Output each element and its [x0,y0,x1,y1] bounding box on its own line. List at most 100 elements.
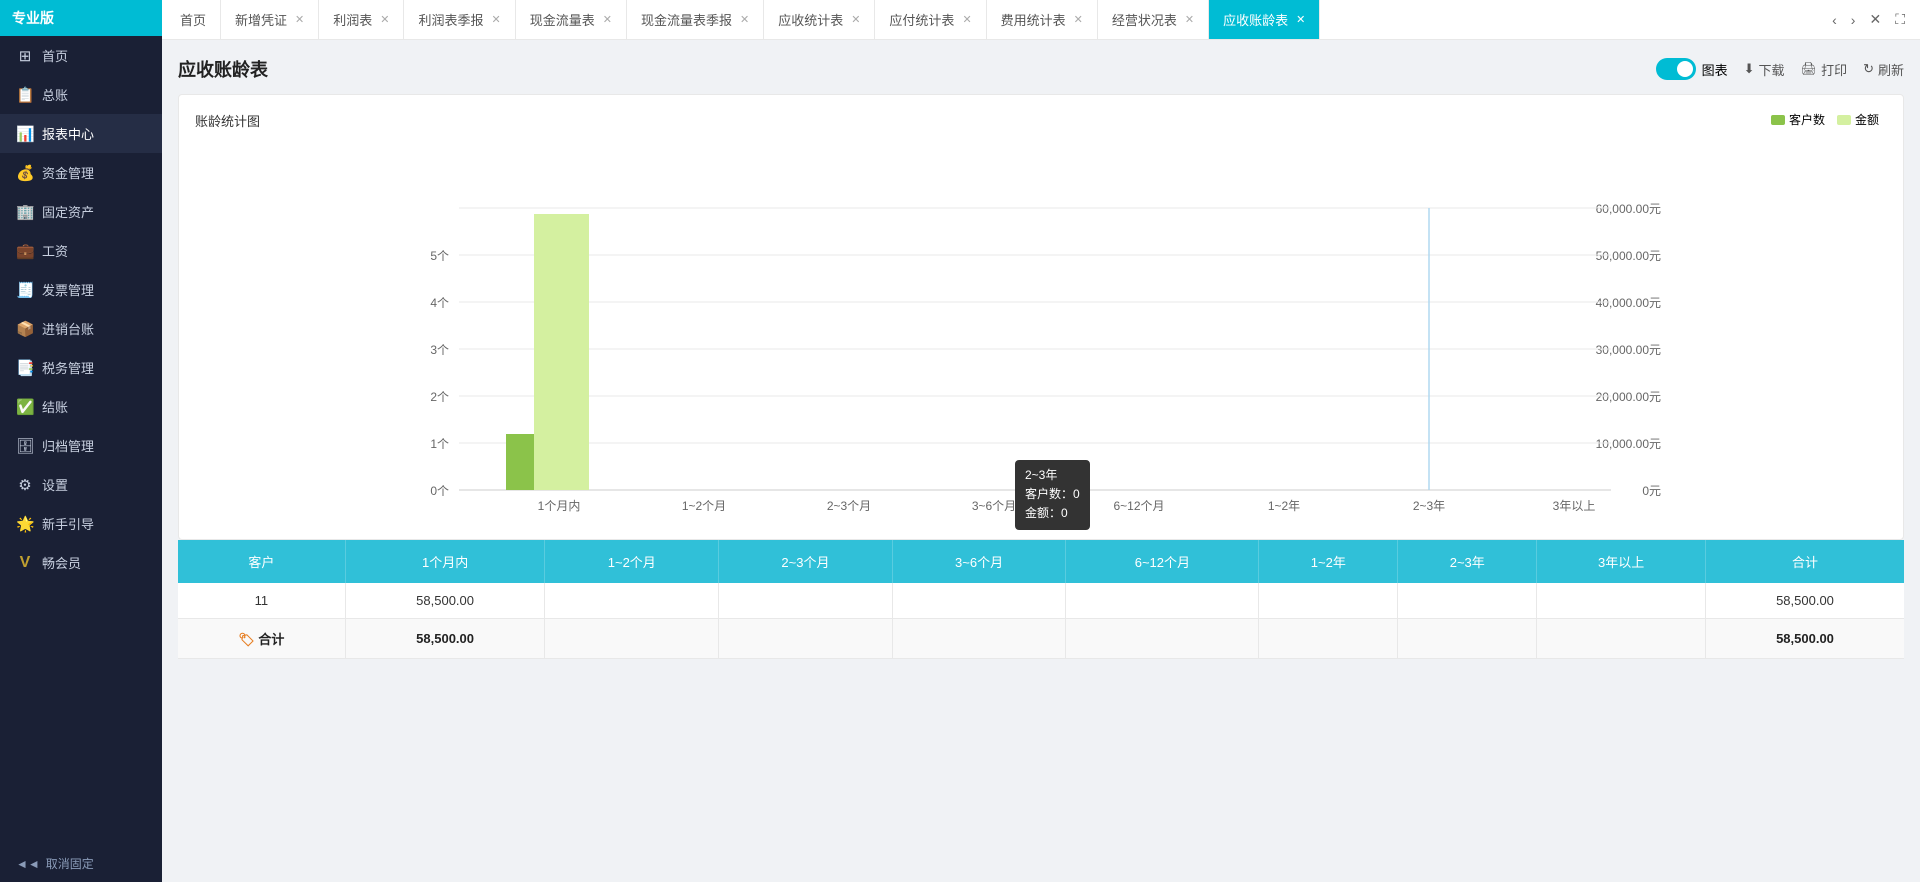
tab-expense-stat-close[interactable]: ✕ [1074,13,1083,26]
tab-cashflow-quarter-label: 现金流量表季报 [641,10,732,29]
sidebar-item-tax[interactable]: 📑 税务管理 [0,348,162,387]
tab-business-stat-close[interactable]: ✕ [1185,13,1194,26]
salary-icon: 💼 [16,242,34,260]
tab-voucher[interactable]: 新增凭证 ✕ [221,0,319,40]
settle-icon: ✅ [16,398,34,416]
print-icon: 🖨 [1801,61,1818,77]
invoice-icon: 🧾 [16,281,34,299]
svg-text:3年以上: 3年以上 [1553,499,1596,513]
sidebar-item-archive[interactable]: 🗄 归档管理 [0,426,162,465]
sidebar-item-label: 结账 [42,397,68,416]
svg-text:2个: 2个 [430,390,449,404]
stock-icon: 📦 [16,320,34,338]
app-logo: 专业版 [0,0,162,36]
chart-container: 账龄统计图 客户数 金额 0个 1个 2个 3个 4个 [178,94,1904,540]
tab-payable-stat-close[interactable]: ✕ [962,13,971,26]
tab-profit-quarter-close[interactable]: ✕ [492,13,501,26]
chart-svg-wrap: 0个 1个 2个 3个 4个 5个 0元 10,000.00元 20,000.0… [195,140,1887,523]
sidebar-item-vip[interactable]: V 畅会员 [0,543,162,582]
chart-svg: 0个 1个 2个 3个 4个 5个 0元 10,000.00元 20,000.0… [195,140,1887,520]
sidebar-item-home[interactable]: ⊞ 首页 [0,36,162,75]
total-y1-2 [1259,619,1398,659]
tab-voucher-close[interactable]: ✕ [295,13,304,26]
tab-aging-table[interactable]: 应收账龄表 ✕ [1209,0,1320,40]
tab-home[interactable]: 首页 [166,0,221,40]
tab-cashflow-label: 现金流量表 [530,10,595,29]
tab-expense-stat[interactable]: 费用统计表 ✕ [987,0,1098,40]
sidebar-item-settle[interactable]: ✅ 结账 [0,387,162,426]
total-m3-6 [892,619,1066,659]
sidebar-item-reports[interactable]: 📊 报表中心 [0,114,162,153]
chart-toggle[interactable] [1656,58,1696,80]
sidebar-item-label: 进销台账 [42,319,94,338]
sidebar-item-label: 资金管理 [42,163,94,182]
col-m6-12: 6~12个月 [1066,540,1259,583]
cell-m1: 58,500.00 [345,583,545,619]
cell-m2-3 [719,583,893,619]
sidebar-item-settings[interactable]: ⚙ 设置 [0,465,162,504]
sidebar-item-stock[interactable]: 📦 进销台账 [0,309,162,348]
sidebar-collapse-btn[interactable]: ◄◄ 取消固定 [0,845,162,882]
tab-aging-table-label: 应收账龄表 [1223,10,1288,29]
tab-cashflow[interactable]: 现金流量表 ✕ [516,0,627,40]
tab-payable-stat-label: 应付统计表 [889,10,954,29]
table-total-row: 🏷 合计 58,500.00 58,500.00 [178,619,1904,659]
svg-text:2~3个月: 2~3个月 [827,499,871,513]
ledger-icon: 📋 [16,86,34,104]
chart-title: 账龄统计图 [195,111,1887,130]
cell-y3plus [1537,583,1706,619]
sidebar-item-invoice[interactable]: 🧾 发票管理 [0,270,162,309]
refresh-btn[interactable]: ↻ 刷新 [1863,60,1904,79]
tab-cashflow-quarter[interactable]: 现金流量表季报 ✕ [627,0,764,40]
sidebar-item-label: 工资 [42,241,68,260]
tab-scroll-right[interactable]: › [1846,10,1861,30]
tabs-bar: 首页 新增凭证 ✕ 利润表 ✕ 利润表季报 ✕ 现金流量表 ✕ 现金流量表季报 … [162,0,1920,40]
sidebar-item-label: 首页 [42,46,68,65]
print-btn[interactable]: 🖨 打印 [1801,60,1848,79]
tab-cashflow-close[interactable]: ✕ [603,13,612,26]
svg-text:1~2年: 1~2年 [1268,499,1300,513]
total-icon: 🏷 [238,632,255,647]
chart-toggle-wrap: 图表 [1656,58,1728,80]
sidebar-item-funds[interactable]: 💰 资金管理 [0,153,162,192]
total-m1: 58,500.00 [345,619,545,659]
tab-aging-table-close[interactable]: ✕ [1296,13,1305,26]
tab-scroll-left[interactable]: ‹ [1827,10,1842,30]
download-icon: ⬇ [1744,61,1755,77]
download-btn[interactable]: ⬇ 下载 [1744,60,1785,79]
chart-legend: 客户数 金额 [1771,111,1879,128]
table-row: 11 58,500.00 58,500.00 [178,583,1904,619]
tab-profit-close[interactable]: ✕ [380,13,389,26]
sidebar-item-salary[interactable]: 💼 工资 [0,231,162,270]
col-m1-2: 1~2个月 [545,540,719,583]
col-m1: 1个月内 [345,540,545,583]
tab-profit[interactable]: 利润表 ✕ [319,0,404,40]
total-total: 58,500.00 [1706,619,1904,659]
legend-customers: 客户数 [1771,111,1825,128]
tab-cashflow-quarter-close[interactable]: ✕ [740,13,749,26]
sidebar-item-ledger[interactable]: 📋 总账 [0,75,162,114]
tab-business-stat-label: 经营状况表 [1112,10,1177,29]
svg-text:3~6个月: 3~6个月 [972,499,1016,513]
print-label: 打印 [1821,60,1847,79]
guide-icon: 🌟 [16,515,34,533]
sidebar-item-label: 新手引导 [42,514,94,533]
tab-receivable-stat[interactable]: 应收统计表 ✕ [764,0,875,40]
sidebar-item-guide[interactable]: 🌟 新手引导 [0,504,162,543]
tab-profit-label: 利润表 [333,10,372,29]
svg-text:40,000.00元: 40,000.00元 [1596,296,1661,310]
col-y3plus: 3年以上 [1537,540,1706,583]
tab-payable-stat[interactable]: 应付统计表 ✕ [875,0,986,40]
svg-text:1个月内: 1个月内 [538,499,581,513]
sidebar-item-assets[interactable]: 🏢 固定资产 [0,192,162,231]
total-m2-3 [719,619,893,659]
tab-receivable-stat-close[interactable]: ✕ [851,13,860,26]
legend-customers-label: 客户数 [1789,111,1825,128]
tab-business-stat[interactable]: 经营状况表 ✕ [1098,0,1209,40]
tab-maximize[interactable]: ⛶ [1890,9,1910,30]
tab-close-all[interactable]: ✕ [1864,9,1886,30]
tab-profit-quarter[interactable]: 利润表季报 ✕ [404,0,515,40]
cell-m3-6 [892,583,1066,619]
sidebar-item-label: 发票管理 [42,280,94,299]
svg-text:5个: 5个 [430,249,449,263]
